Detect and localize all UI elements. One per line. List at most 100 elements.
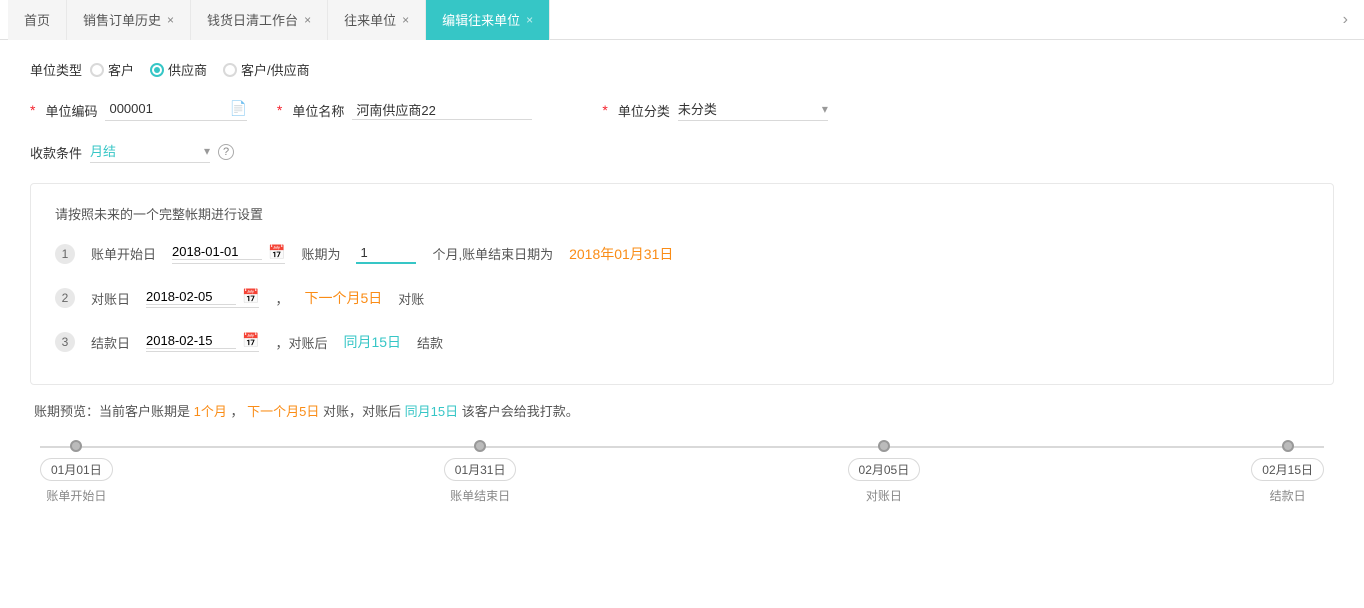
preview-part6: 该客户会给我打款。 [462,404,579,419]
radio-customer-label: 客户 [108,60,134,79]
unit-name-input[interactable] [352,100,532,120]
timeline-desc-1: 账单开始日 [46,487,106,504]
tab-cash-label: 钱货日清工作台 [207,10,298,29]
row-number-3: 3 [55,332,75,352]
recon-suffix: 对账 [398,289,424,308]
main-content: 单位类型 客户 供应商 客户/供应商 * 单位编码 [0,40,1364,608]
unit-type-label: 单位类型 [30,60,82,79]
recon-date-field: 📅 [146,288,259,308]
settings-section: 请按照未来的一个完整帐期进行设置 1 账单开始日 📅 账期为 个月,账单结束日期… [30,183,1334,385]
tab-partner-units[interactable]: 往来单位 × [328,0,426,40]
preview-part5: 同月15日 [405,404,458,419]
period-label: 账期为 [301,244,340,263]
timeline-dot-2 [474,440,486,452]
setting-label-payment: 结款日 [91,333,130,352]
timeline-label-2: 01月31日 [444,458,517,481]
recon-date-input[interactable] [146,289,236,305]
timeline-label-3: 02月05日 [848,458,921,481]
timeline-dot-4 [1282,440,1294,452]
tab-sales-order-history[interactable]: 销售订单历史 × [67,0,191,40]
radio-group-unit-type: 客户 供应商 客户/供应商 [90,60,310,79]
setting-row-2: 2 对账日 📅 ， 下一个月5日 对账 [55,288,1309,308]
unit-code-group: * 单位编码 📄 [30,99,247,121]
payment-date-input[interactable] [146,333,236,349]
tab-sales-order-close[interactable]: × [167,13,174,27]
tabs-bar: 首页 销售订单历史 × 钱货日清工作台 × 往来单位 × 编辑往来单位 × › [0,0,1364,40]
recon-date-calendar-icon[interactable]: 📅 [242,288,259,305]
setting-label-recon: 对账日 [91,289,130,308]
payment-terms-value: 月结 [90,141,200,160]
radio-both[interactable]: 客户/供应商 [223,60,310,79]
section-instruction: 请按照未来的一个完整帐期进行设置 [55,204,1309,223]
unit-code-input-wrapper: 📄 [105,99,246,121]
unit-category-select[interactable]: 未分类 ▾ [678,99,828,121]
timeline-desc-3: 对账日 [866,487,902,504]
radio-customer[interactable]: 客户 [90,60,134,79]
payment-terms-select[interactable]: 月结 ▾ [90,141,210,163]
tab-sales-order-label: 销售订单历史 [83,10,161,29]
tab-edit-label: 编辑往来单位 [442,10,520,29]
tab-edit-close[interactable]: × [526,13,533,27]
payment-same-month: 同月15日 [343,332,401,352]
unit-category-chevron-icon: ▾ [822,102,828,116]
preview-part4: 对账，对账后 [323,404,401,419]
unit-category-value: 未分类 [678,99,818,118]
setting-row-1: 1 账单开始日 📅 账期为 个月,账单结束日期为 2018年01月31日 [55,243,1309,264]
timeline-label-1: 01月01日 [40,458,113,481]
payment-date-calendar-icon[interactable]: 📅 [242,332,259,349]
start-date-input[interactable] [172,244,262,260]
tab-edit-partner[interactable]: 编辑往来单位 × [426,0,550,40]
period-input[interactable] [356,243,416,264]
preview-part3: 下一个月5日 [247,404,319,419]
radio-both-label: 客户/供应商 [241,60,310,79]
timeline-points: 01月01日 账单开始日 01月31日 账单结束日 02月05日 对账日 [40,440,1324,504]
timeline-desc-4: 结款日 [1270,487,1306,504]
payment-terms-group: 收款条件 月结 ▾ ? [30,141,234,163]
tab-partner-close[interactable]: × [402,13,409,27]
recon-comma: ， [275,289,288,308]
unit-type-row: 单位类型 客户 供应商 客户/供应商 [30,60,1334,79]
unit-name-required: * [277,102,282,118]
timeline-point-2: 01月31日 账单结束日 [444,440,517,504]
unit-name-label: 单位名称 [292,101,344,120]
tab-home[interactable]: 首页 [8,0,67,40]
tab-home-label: 首页 [24,10,50,29]
payment-date-field: 📅 [146,332,259,352]
period-unit-text: 个月,账单结束日期为 [432,244,553,263]
timeline-point-4: 02月15日 结款日 [1251,440,1324,504]
tabs-scroll-right[interactable]: › [1335,11,1356,29]
unit-code-required: * [30,102,35,118]
payment-after-text: ，对账后 [275,333,327,352]
preview-part2: ， [231,404,244,419]
tab-cash-close[interactable]: × [304,13,311,27]
timeline-desc-2: 账单结束日 [450,487,510,504]
preview-part1: 1个月 [194,404,227,419]
unit-name-group: * 单位名称 [277,100,532,120]
timeline-point-1: 01月01日 账单开始日 [40,440,113,504]
unit-type-group: 单位类型 客户 供应商 客户/供应商 [30,60,310,79]
start-date-calendar-icon[interactable]: 📅 [268,244,285,261]
timeline-dot-1 [70,440,82,452]
setting-label-start: 账单开始日 [91,244,156,263]
unit-code-input[interactable] [105,99,225,118]
row-number-2: 2 [55,288,75,308]
unit-info-row: * 单位编码 📄 * 单位名称 * 单位分类 未分类 ▾ [30,99,1334,121]
timeline-label-4: 02月15日 [1251,458,1324,481]
payment-terms-help-icon[interactable]: ? [218,144,234,160]
timeline-point-3: 02月05日 对账日 [848,440,921,504]
unit-code-label: 单位编码 [45,101,97,120]
radio-supplier[interactable]: 供应商 [150,60,207,79]
unit-category-group: * 单位分类 未分类 ▾ [602,99,827,121]
tab-partner-label: 往来单位 [344,10,396,29]
radio-customer-circle [90,63,104,77]
unit-category-label: 单位分类 [618,101,670,120]
unit-code-icon[interactable]: 📄 [229,100,246,117]
payment-suffix: 结款 [417,333,443,352]
start-date-field: 📅 [172,244,285,264]
tab-cash-reconciliation[interactable]: 钱货日清工作台 × [191,0,328,40]
row-number-1: 1 [55,244,75,264]
timeline-wrapper: 01月01日 账单开始日 01月31日 账单结束日 02月05日 对账日 [30,440,1334,504]
unit-category-required: * [602,102,607,118]
payment-terms-row: 收款条件 月结 ▾ ? [30,141,1334,163]
radio-both-circle [223,63,237,77]
